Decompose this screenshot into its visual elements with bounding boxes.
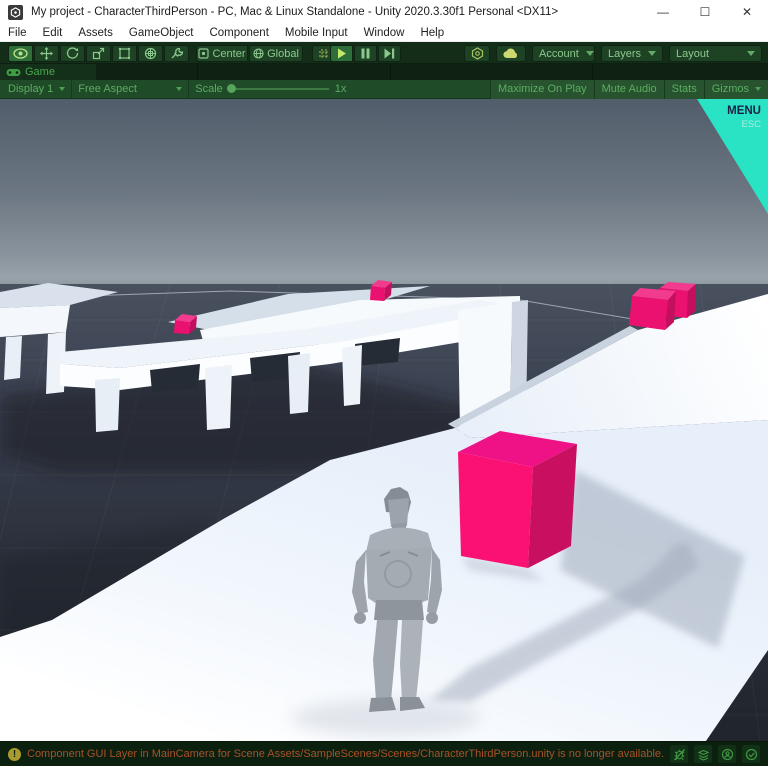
cache-server-icon[interactable] xyxy=(694,745,712,763)
status-message[interactable]: Component GUI Layer in MainCamera for Sc… xyxy=(27,748,664,760)
pivot-label: Center xyxy=(212,47,246,60)
game-view-toolbar: Display 1 Free Aspect Scale 1x Maximize … xyxy=(0,79,768,99)
cloud-icon xyxy=(503,48,517,59)
scale-label: Scale xyxy=(195,83,223,95)
rect-icon xyxy=(118,47,131,60)
menu-file[interactable]: File xyxy=(0,24,35,42)
gizmos-label: Gizmos xyxy=(711,83,749,95)
plastic-scm-button[interactable] xyxy=(464,45,490,62)
menu-edit[interactable]: Edit xyxy=(35,24,71,42)
grid-snap-icon xyxy=(319,48,329,59)
rotate-icon xyxy=(66,47,79,59)
play-button[interactable] xyxy=(330,45,353,62)
pause-button[interactable] xyxy=(354,45,377,62)
pause-icon xyxy=(361,48,370,59)
scale-slider[interactable] xyxy=(226,84,329,93)
tab-separator xyxy=(197,64,198,80)
menu-assets[interactable]: Assets xyxy=(70,24,121,42)
eye-icon xyxy=(13,48,28,59)
rotate-tool-button[interactable] xyxy=(60,45,85,62)
maximize-on-play-toggle[interactable]: Maximize On Play xyxy=(489,79,594,99)
chevron-down-icon xyxy=(585,51,594,56)
account-label: Account xyxy=(539,47,579,60)
transform-tool-button[interactable] xyxy=(138,45,163,62)
chevron-down-icon xyxy=(747,51,755,56)
scale-value: 1x xyxy=(334,83,347,95)
mute-audio-toggle[interactable]: Mute Audio xyxy=(593,79,664,99)
window-title: My project - CharacterThirdPerson - PC, … xyxy=(31,6,559,18)
progress-check-icon[interactable] xyxy=(742,745,760,763)
step-button[interactable] xyxy=(378,45,401,62)
display-dropdown[interactable]: Display 1 xyxy=(0,80,71,99)
debug-disabled-icon[interactable] xyxy=(670,745,688,763)
pink-cube-large xyxy=(458,431,577,568)
display-label: Display 1 xyxy=(8,83,54,95)
menu-mobile-input[interactable]: Mobile Input xyxy=(277,24,356,42)
tab-game[interactable]: Game xyxy=(0,64,96,80)
tab-separator xyxy=(390,64,391,80)
layout-dropdown[interactable]: Layout xyxy=(669,45,762,62)
pivot-icon xyxy=(198,48,210,59)
menubar: File Edit Assets GameObject Component Mo… xyxy=(0,24,768,42)
close-button[interactable]: ✕ xyxy=(726,0,768,24)
space-toggle-button[interactable]: Global xyxy=(249,45,303,62)
layers-dropdown[interactable]: Layers xyxy=(601,45,663,62)
menu-overlay-title[interactable]: MENU xyxy=(727,105,761,117)
sky xyxy=(0,99,768,285)
cloud-services-button[interactable] xyxy=(496,45,526,62)
gizmos-dropdown[interactable]: Gizmos xyxy=(703,79,768,99)
stats-toggle[interactable]: Stats xyxy=(663,79,704,99)
stats-label: Stats xyxy=(671,83,697,95)
maximize-on-play-label: Maximize On Play xyxy=(497,83,587,95)
transform-icon xyxy=(144,47,157,60)
step-icon xyxy=(384,48,395,59)
chevron-down-icon xyxy=(648,51,657,56)
account-dropdown[interactable]: Account xyxy=(532,45,595,62)
move-tool-button[interactable] xyxy=(34,45,59,62)
view-tool-button[interactable] xyxy=(8,45,33,62)
wrench-icon xyxy=(171,47,183,59)
custom-tool-button[interactable] xyxy=(164,45,189,62)
scale-tool-button[interactable] xyxy=(86,45,111,62)
scene-render: MENU ESC xyxy=(0,99,768,741)
gamepad-icon xyxy=(6,68,21,76)
chevron-down-icon xyxy=(176,87,183,91)
pivot-toggle-button[interactable]: Center xyxy=(196,45,248,62)
tab-game-label: Game xyxy=(25,66,55,78)
scale-icon xyxy=(92,47,105,60)
tab-strip: Game xyxy=(0,64,768,80)
version-control-icon xyxy=(471,47,483,60)
play-icon xyxy=(337,48,346,59)
menu-component[interactable]: Component xyxy=(201,24,276,42)
menu-overlay-esc-hint: ESC xyxy=(741,119,761,130)
mute-audio-label: Mute Audio xyxy=(601,83,657,95)
tab-separator xyxy=(592,64,593,80)
minimize-button[interactable]: — xyxy=(642,0,684,24)
space-label: Global xyxy=(267,47,299,60)
layout-label: Layout xyxy=(676,47,710,60)
window-titlebar: My project - CharacterThirdPerson - PC, … xyxy=(0,0,768,24)
chevron-down-icon xyxy=(755,87,761,91)
unity-logo-icon xyxy=(8,4,23,20)
warning-icon: ! xyxy=(8,747,21,761)
aspect-label: Free Aspect xyxy=(78,83,137,95)
menu-gameobject[interactable]: GameObject xyxy=(121,24,202,42)
globe-icon xyxy=(253,48,264,59)
menu-help[interactable]: Help xyxy=(412,24,452,42)
chevron-down-icon xyxy=(59,87,66,91)
status-bar: ! Component GUI Layer in MainCamera for … xyxy=(0,741,768,766)
scale-control: Scale 1x xyxy=(189,80,352,99)
maximize-button[interactable]: ☐ xyxy=(684,0,726,24)
rect-tool-button[interactable] xyxy=(112,45,137,62)
layers-label: Layers xyxy=(608,47,642,60)
main-toolbar: Center Global Account Layers Layout xyxy=(0,42,768,64)
aspect-dropdown[interactable]: Free Aspect xyxy=(72,80,188,99)
menu-window[interactable]: Window xyxy=(356,24,413,42)
game-viewport[interactable]: MENU ESC xyxy=(0,99,768,741)
move-icon xyxy=(40,47,53,60)
collab-sync-icon[interactable] xyxy=(718,745,736,763)
scale-slider-knob[interactable] xyxy=(226,84,236,93)
